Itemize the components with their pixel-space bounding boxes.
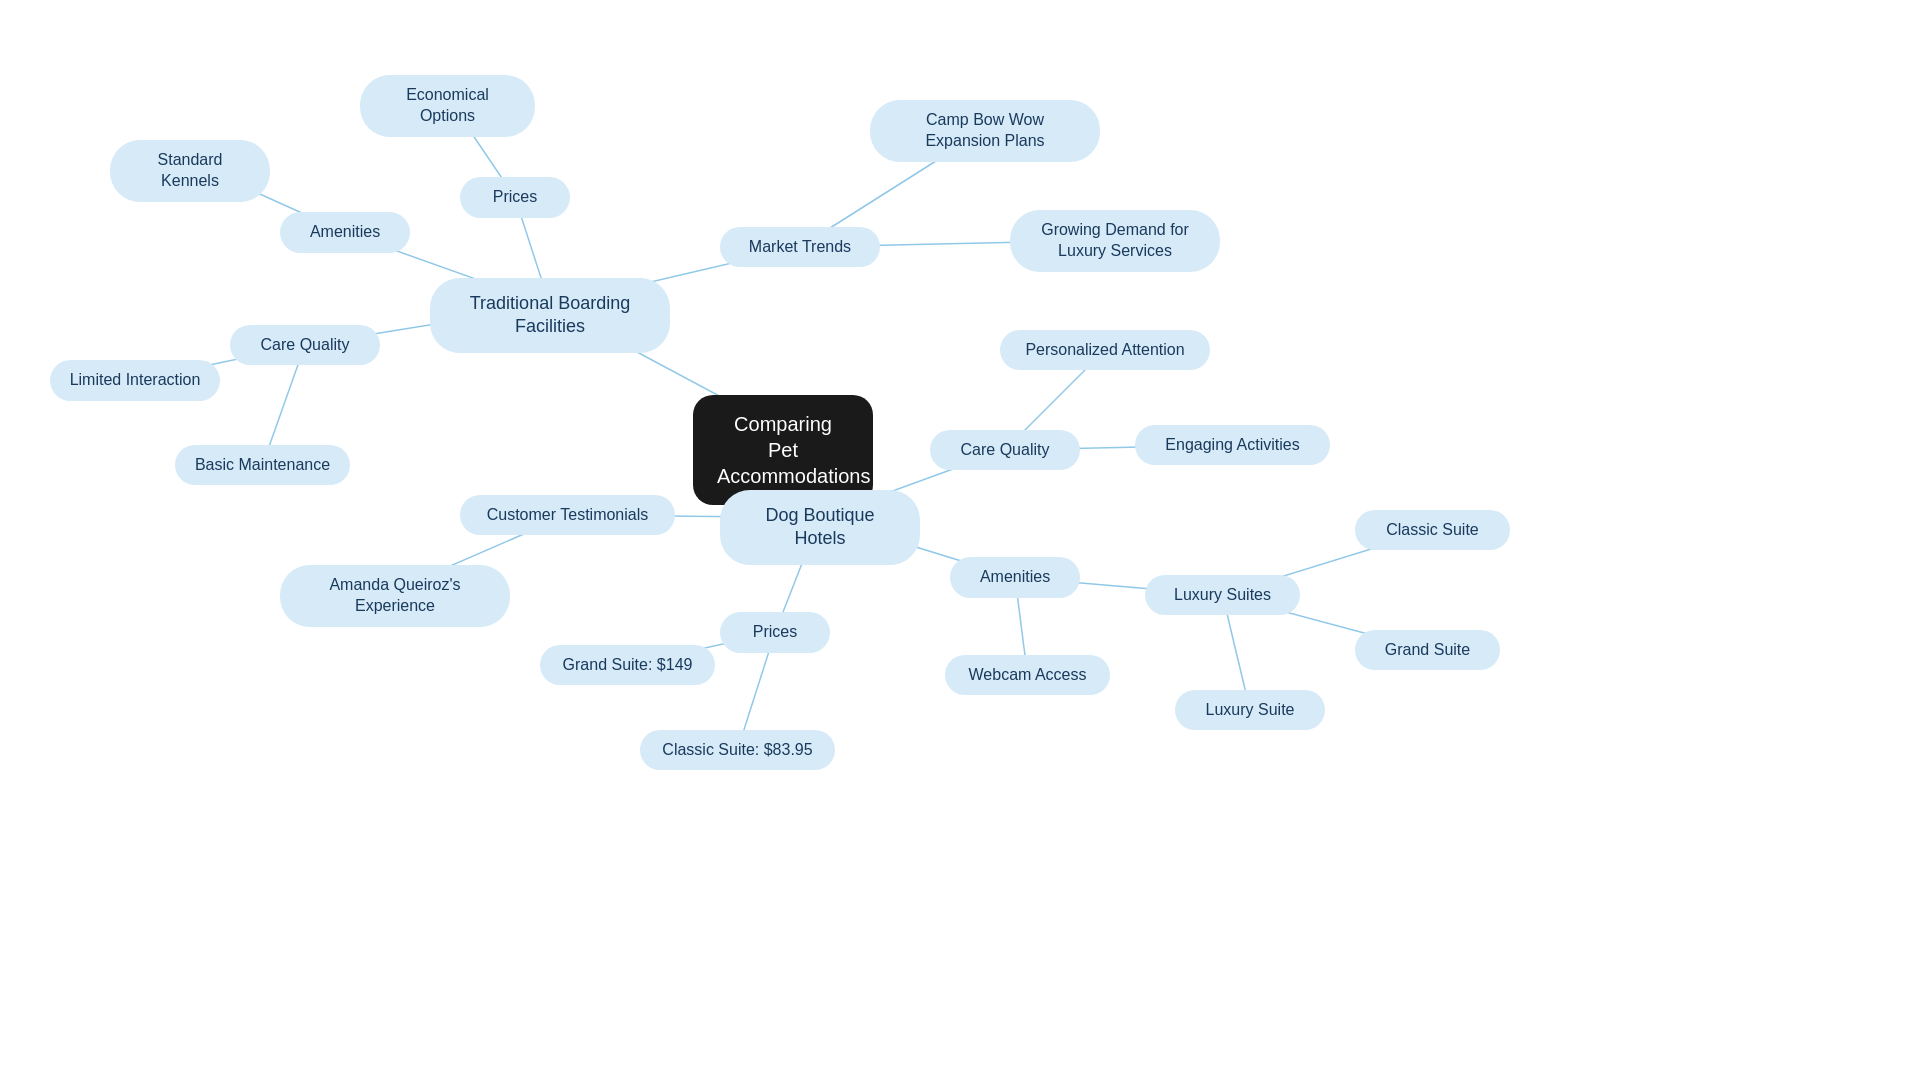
node-label-economical-options: Economical Options — [360, 75, 535, 137]
node-label-market-trends: Market Trends — [720, 227, 880, 268]
node-label-basic-maintenance: Basic Maintenance — [175, 445, 350, 486]
node-label-care-quality-dog: Care Quality — [930, 430, 1080, 471]
node-label-camp-bow-wow: Camp Bow Wow Expansion Plans — [870, 100, 1100, 162]
node-label-engaging-activities: Engaging Activities — [1135, 425, 1330, 466]
node-label-customer-testimonials: Customer Testimonials — [460, 495, 675, 536]
node-label-personalized-attention: Personalized Attention — [1000, 330, 1210, 371]
node-engaging-activities[interactable]: Engaging Activities — [1135, 420, 1330, 470]
node-label-grand-suite: Grand Suite — [1355, 630, 1500, 671]
node-label-prices-dog: Prices — [720, 612, 830, 653]
node-label-amenities-trad: Amenities — [280, 212, 410, 253]
node-label-prices-trad: Prices — [460, 177, 570, 218]
node-basic-maintenance[interactable]: Basic Maintenance — [175, 440, 350, 490]
node-label-care-quality-trad: Care Quality — [230, 325, 380, 366]
node-amanda[interactable]: Amanda Queiroz's Experience — [280, 565, 510, 627]
node-camp-bow-wow[interactable]: Camp Bow Wow Expansion Plans — [870, 100, 1100, 162]
node-label-dog-boutique: Dog Boutique Hotels — [720, 490, 920, 565]
node-webcam-access[interactable]: Webcam Access — [945, 650, 1110, 700]
node-label-luxury-suites: Luxury Suites — [1145, 575, 1300, 616]
node-classic-suite[interactable]: Classic Suite — [1355, 505, 1510, 555]
node-grand-suite[interactable]: Grand Suite — [1355, 625, 1500, 675]
node-label-standard-kennels: Standard Kennels — [110, 140, 270, 202]
node-care-quality-dog[interactable]: Care Quality — [930, 425, 1080, 475]
node-prices-trad[interactable]: Prices — [460, 175, 570, 220]
node-label-traditional: Traditional Boarding Facilities — [430, 278, 670, 353]
node-grand-suite-price[interactable]: Grand Suite: $149 — [540, 640, 715, 690]
node-luxury-suite[interactable]: Luxury Suite — [1175, 685, 1325, 735]
node-label-luxury-suite: Luxury Suite — [1175, 690, 1325, 731]
node-label-classic-suite: Classic Suite — [1355, 510, 1510, 551]
node-amenities-dog[interactable]: Amenities — [950, 555, 1080, 600]
node-prices-dog[interactable]: Prices — [720, 610, 830, 655]
node-label-classic-suite-price: Classic Suite: $83.95 — [640, 730, 835, 771]
node-classic-suite-price[interactable]: Classic Suite: $83.95 — [640, 725, 835, 775]
node-label-grand-suite-price: Grand Suite: $149 — [540, 645, 715, 686]
node-limited-interaction[interactable]: Limited Interaction — [50, 358, 220, 403]
node-traditional[interactable]: Traditional Boarding Facilities — [430, 278, 670, 353]
node-economical-options[interactable]: Economical Options — [360, 75, 535, 137]
node-label-webcam-access: Webcam Access — [945, 655, 1110, 696]
node-label-growing-demand: Growing Demand for Luxury Services — [1010, 210, 1220, 272]
node-care-quality-trad[interactable]: Care Quality — [230, 320, 380, 370]
node-standard-kennels[interactable]: Standard Kennels — [110, 140, 270, 202]
node-luxury-suites[interactable]: Luxury Suites — [1145, 570, 1300, 620]
mindmap-container: Comparing Pet Accommodations Traditional … — [0, 0, 1920, 1083]
node-personalized-attention[interactable]: Personalized Attention — [1000, 325, 1210, 375]
node-label-limited-interaction: Limited Interaction — [50, 360, 220, 401]
node-label-amenities-dog: Amenities — [950, 557, 1080, 598]
node-market-trends[interactable]: Market Trends — [720, 222, 880, 272]
center-node[interactable]: Comparing Pet Accommodations — [693, 395, 873, 505]
node-dog-boutique[interactable]: Dog Boutique Hotels — [720, 490, 920, 565]
node-amenities-trad[interactable]: Amenities — [280, 210, 410, 255]
node-customer-testimonials[interactable]: Customer Testimonials — [460, 490, 675, 540]
node-label-amanda: Amanda Queiroz's Experience — [280, 565, 510, 627]
connections-svg — [0, 0, 1920, 1083]
center-label: Comparing Pet Accommodations — [693, 395, 873, 505]
node-growing-demand[interactable]: Growing Demand for Luxury Services — [1010, 210, 1220, 272]
